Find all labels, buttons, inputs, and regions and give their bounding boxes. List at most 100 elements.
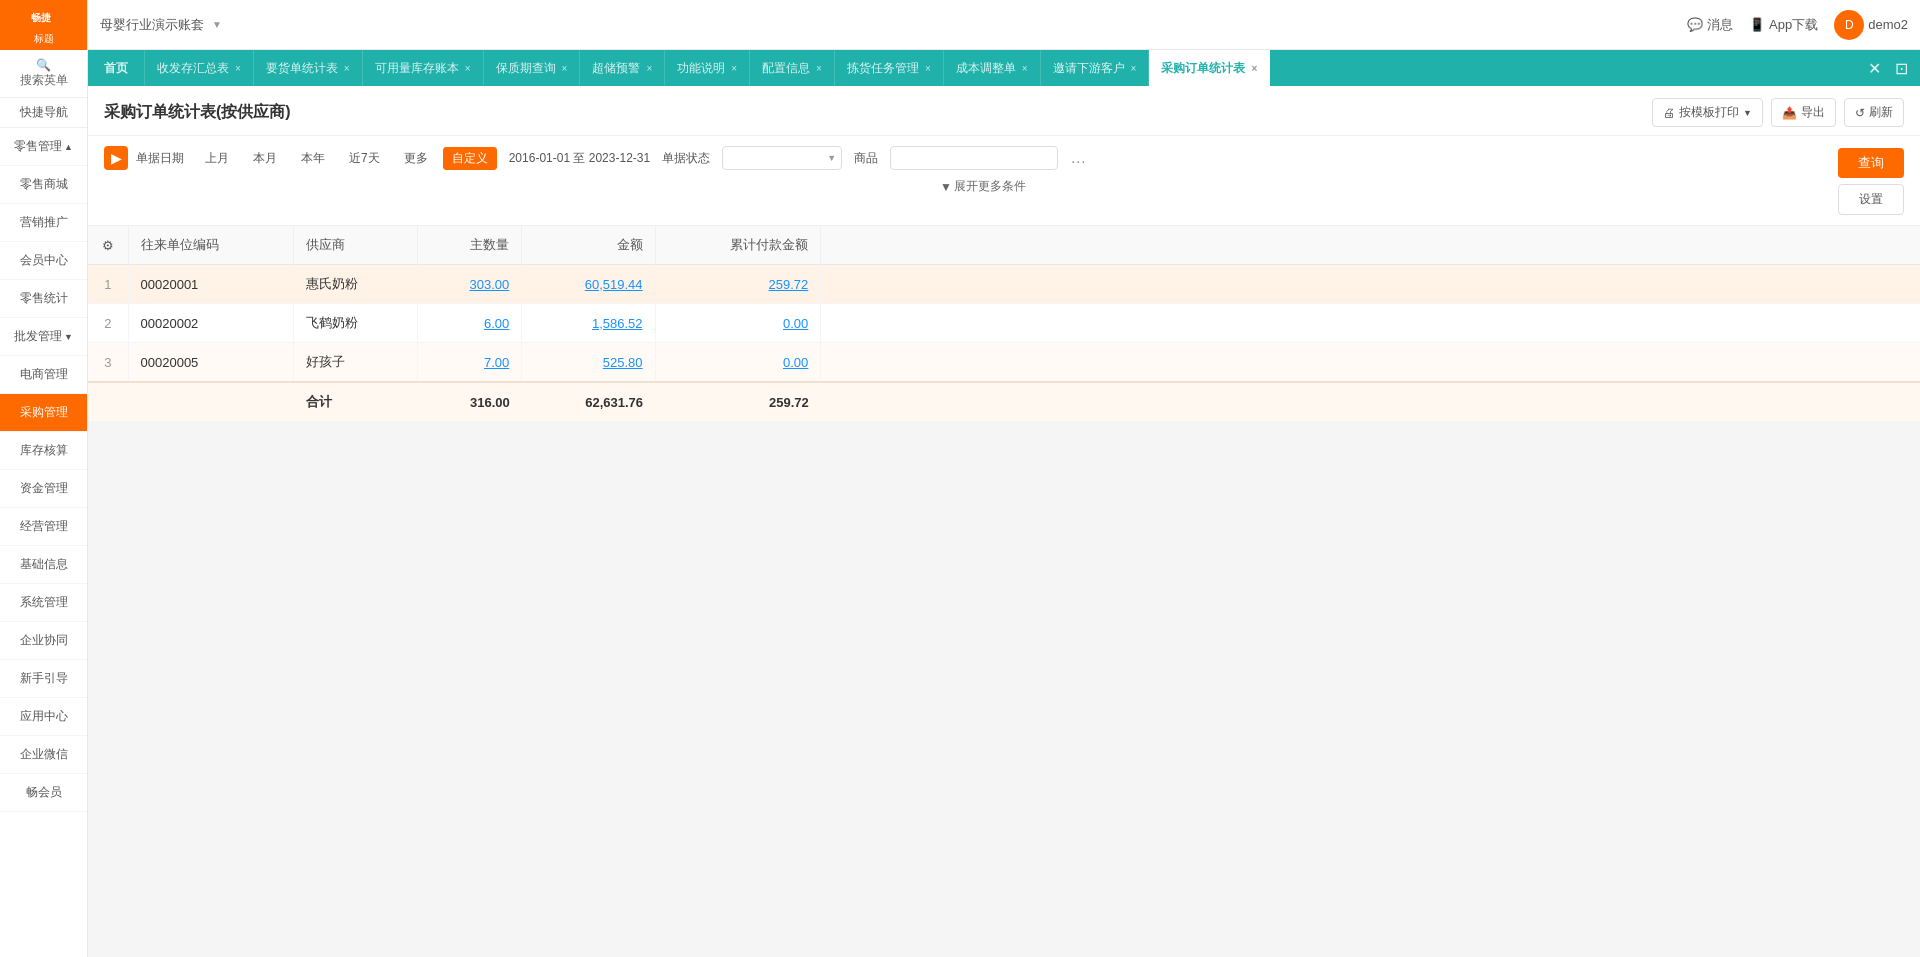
gear-icon[interactable]: ⚙ (102, 238, 114, 253)
cell-unit-code: 00020002 (128, 304, 294, 343)
tab-home[interactable]: 首页 (88, 50, 145, 86)
tab-receive-summary-close[interactable]: × (235, 63, 241, 74)
tab-cost-adjust-close[interactable]: × (1022, 63, 1028, 74)
chevron-right-icon: ▶ (111, 150, 122, 166)
sidebar-item-member[interactable]: 会员中心 (0, 242, 87, 280)
search-button[interactable]: 查询 (1838, 148, 1904, 178)
tab-invite-downstream[interactable]: 邀请下游客户 × (1041, 50, 1150, 86)
sidebar-item-vip-member[interactable]: 畅会员 (0, 774, 87, 812)
chevron-down-icon: ▲ (64, 142, 73, 152)
date-range-display: 2016-01-01 至 2023-12-31 (509, 150, 650, 167)
tab-available-stock[interactable]: 可用量库存账本 × (363, 50, 484, 86)
tab-order-summary-close[interactable]: × (344, 63, 350, 74)
goods-more-icon[interactable]: … (1070, 149, 1086, 167)
tab-available-stock-close[interactable]: × (465, 63, 471, 74)
tab-config-info-close[interactable]: × (816, 63, 822, 74)
cell-paid[interactable]: 259.72 (655, 265, 821, 304)
sidebar-item-finance[interactable]: 资金管理 (0, 470, 87, 508)
table-row[interactable]: 3 00020005 好孩子 7.00 525.80 0.00 (88, 343, 1920, 383)
sidebar-item-search[interactable]: 🔍 搜索英单 (0, 50, 87, 98)
sidebar-item-business[interactable]: 经营管理 (0, 508, 87, 546)
footer-supplier-cell: 合计 (294, 382, 418, 421)
filter-row1: 单据日期 上月 本月 本年 近7天 更多 自定义 2016-01-01 (136, 146, 1830, 170)
sidebar-item-retail[interactable]: 零售管理 ▲ (0, 128, 87, 166)
table-row[interactable]: 1 00020001 惠氏奶粉 303.00 60,519.44 259.72 (88, 265, 1920, 304)
tab-shelf-life-close[interactable]: × (562, 63, 568, 74)
cell-amount[interactable]: 525.80 (522, 343, 655, 383)
tab-shelf-life[interactable]: 保质期查询 × (484, 50, 581, 86)
sidebar-item-inventory[interactable]: 库存核算 (0, 432, 87, 470)
page-actions: 🖨 按模板打印 ▼ 📤 导出 ↺ 刷新 (1652, 98, 1904, 127)
tab-function-desc-label: 功能说明 (677, 60, 725, 77)
filter-toggle-button[interactable]: ▶ (104, 146, 128, 170)
sidebar-item-retail-stat[interactable]: 零售统计 (0, 280, 87, 318)
cell-qty[interactable]: 7.00 (418, 343, 522, 383)
app-download-button[interactable]: 📱 App下载 (1749, 16, 1818, 34)
tab-function-desc-close[interactable]: × (731, 63, 737, 74)
sidebar-item-enterprise-wechat[interactable]: 企业微信 (0, 736, 87, 774)
status-select[interactable] (722, 146, 842, 170)
cell-amount[interactable]: 60,519.44 (522, 265, 655, 304)
message-button[interactable]: 💬 消息 (1687, 16, 1733, 34)
tab-function-desc[interactable]: 功能说明 × (665, 50, 750, 86)
tab-invite-downstream-label: 邀请下游客户 (1053, 60, 1125, 77)
tab-purchase-summary[interactable]: 采购订单统计表 × (1149, 50, 1270, 86)
tab-config-info[interactable]: 配置信息 × (750, 50, 835, 86)
template-print-button[interactable]: 🖨 按模板打印 ▼ (1652, 98, 1763, 127)
setting-button[interactable]: 设置 (1838, 184, 1904, 215)
th-extra (821, 226, 1920, 265)
data-table: ⚙ 往来单位编码 供应商 主数量 (88, 226, 1920, 421)
cell-amount[interactable]: 1,586.52 (522, 304, 655, 343)
cell-qty[interactable]: 303.00 (418, 265, 522, 304)
tab-receive-summary[interactable]: 收发存汇总表 × (145, 50, 254, 86)
sidebar-item-ecommerce[interactable]: 电商管理 (0, 356, 87, 394)
sidebar-item-retail-mall[interactable]: 零售商城 (0, 166, 87, 204)
tab-maximize-button[interactable]: ⊡ (1891, 59, 1912, 78)
tab-pick-task[interactable]: 拣货任务管理 × (835, 50, 944, 86)
export-button[interactable]: 📤 导出 (1771, 98, 1836, 127)
download-icon: 📱 (1749, 17, 1765, 32)
sidebar-item-sys-manage[interactable]: 系统管理 (0, 584, 87, 622)
tab-close-all-button[interactable]: ✕ (1864, 59, 1885, 78)
expand-more-button[interactable]: ▼ 展开更多条件 (940, 178, 1026, 195)
tab-pick-task-close[interactable]: × (925, 63, 931, 74)
date-btn-this-month[interactable]: 本月 (244, 147, 286, 170)
tab-invite-downstream-close[interactable]: × (1131, 63, 1137, 74)
sidebar-item-basic-info[interactable]: 基础信息 (0, 546, 87, 584)
table-row[interactable]: 2 00020002 飞鹤奶粉 6.00 1,586.52 0.00 (88, 304, 1920, 343)
tab-purchase-summary-close[interactable]: × (1251, 63, 1257, 74)
sidebar: 畅捷 标题 🔍 搜索英单 快捷导航 零售管理 ▲ 零售商城 营销推广 会员中心 … (0, 0, 88, 957)
industry-label: 母婴行业演示账套 (100, 16, 204, 34)
cell-supplier: 惠氏奶粉 (294, 265, 418, 304)
goods-input[interactable] (890, 146, 1058, 170)
user-menu-button[interactable]: D demo2 (1834, 10, 1908, 40)
sidebar-item-purchase[interactable]: 采购管理 (0, 394, 87, 432)
refresh-button[interactable]: ↺ 刷新 (1844, 98, 1904, 127)
cell-qty[interactable]: 6.00 (418, 304, 522, 343)
footer-extra (821, 382, 1920, 421)
topbar: 母婴行业演示账套 ▼ 💬 消息 📱 App下载 D demo2 (88, 0, 1920, 50)
chevron-down-icon: ▼ (64, 332, 73, 342)
sidebar-item-wholesale[interactable]: 批发管理 ▼ (0, 318, 87, 356)
sidebar-item-marketing[interactable]: 营销推广 (0, 204, 87, 242)
sidebar-item-new-guide[interactable]: 新手引导 (0, 660, 87, 698)
filter-row2: ▼ 展开更多条件 (136, 178, 1830, 195)
sidebar-item-app-center[interactable]: 应用中心 (0, 698, 87, 736)
date-btn-this-year[interactable]: 本年 (292, 147, 334, 170)
date-btn-7days[interactable]: 近7天 (340, 147, 389, 170)
table-wrapper: ⚙ 往来单位编码 供应商 主数量 (88, 226, 1920, 421)
tab-overstock-warning[interactable]: 超储预警 × (580, 50, 665, 86)
tab-overstock-warning-close[interactable]: × (646, 63, 652, 74)
tab-order-summary[interactable]: 要货单统计表 × (254, 50, 363, 86)
cell-paid[interactable]: 0.00 (655, 304, 821, 343)
date-btn-more[interactable]: 更多 (395, 147, 437, 170)
th-qty: 主数量 (418, 226, 522, 265)
tab-cost-adjust[interactable]: 成本调整单 × (944, 50, 1041, 86)
search-icon: 🔍 (6, 58, 81, 72)
sidebar-item-quick-nav[interactable]: 快捷导航 (0, 98, 87, 128)
cell-supplier: 好孩子 (294, 343, 418, 383)
sidebar-item-enterprise[interactable]: 企业协同 (0, 622, 87, 660)
date-btn-custom[interactable]: 自定义 (443, 147, 497, 170)
cell-paid[interactable]: 0.00 (655, 343, 821, 383)
date-btn-last-month[interactable]: 上月 (196, 147, 238, 170)
